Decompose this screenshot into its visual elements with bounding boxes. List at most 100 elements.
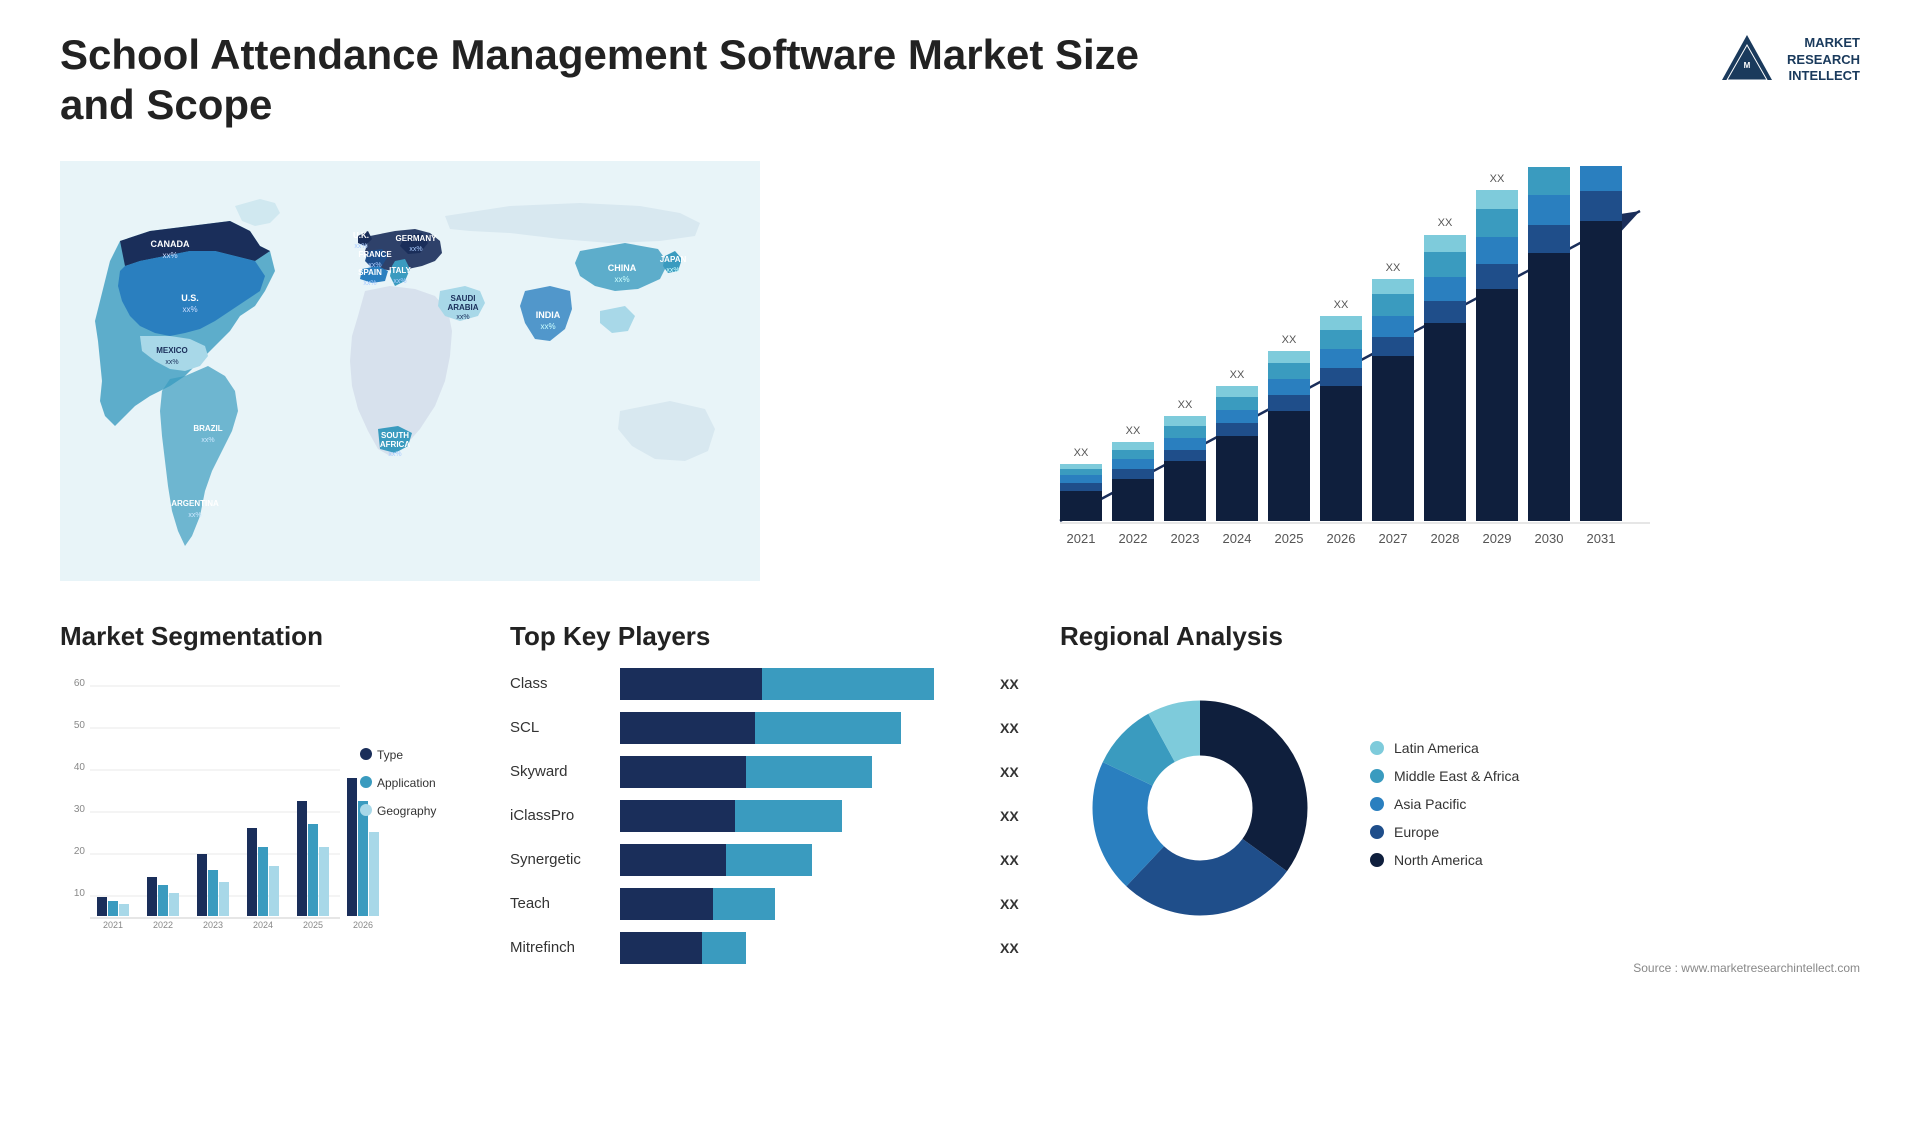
svg-text:Geography: Geography — [377, 804, 436, 818]
svg-text:XX: XX — [1594, 161, 1609, 164]
svg-text:ARGENTINA: ARGENTINA — [171, 499, 219, 508]
legend-dot-na — [1370, 853, 1384, 867]
player-label-iclassp: XX — [1000, 808, 1030, 824]
source-text: Source : www.marketresearchintellect.com — [1060, 961, 1860, 975]
player-row-synergetic: Synergetic XX — [510, 844, 1030, 876]
player-bar-class — [620, 668, 990, 700]
svg-text:CHINA: CHINA — [608, 263, 637, 273]
player-label-teach: XX — [1000, 896, 1030, 912]
player-name-teach: Teach — [510, 895, 610, 912]
svg-text:U.S.: U.S. — [181, 293, 199, 303]
player-row-skyward: Skyward XX — [510, 756, 1030, 788]
player-row-teach: Teach XX — [510, 888, 1030, 920]
svg-text:2028: 2028 — [1431, 531, 1460, 546]
player-name-class: Class — [510, 675, 610, 692]
svg-text:2021: 2021 — [103, 920, 123, 930]
player-row-iclassp: iClassPro XX — [510, 800, 1030, 832]
svg-text:xx%: xx% — [182, 305, 197, 314]
svg-text:ITALY: ITALY — [389, 266, 411, 275]
legend-dot-apac — [1370, 797, 1384, 811]
svg-text:xx%: xx% — [614, 275, 629, 284]
svg-text:2021: 2021 — [1067, 531, 1096, 546]
svg-text:ARABIA: ARABIA — [447, 303, 478, 312]
regional-title: Regional Analysis — [1060, 621, 1860, 652]
svg-text:XX: XX — [1074, 447, 1089, 459]
svg-text:INDIA: INDIA — [536, 310, 561, 320]
svg-text:2024: 2024 — [253, 920, 273, 930]
key-players: Top Key Players Class XX SCL — [510, 621, 1030, 976]
svg-text:2030: 2030 — [1535, 531, 1564, 546]
player-bar-iclassp — [620, 800, 990, 832]
svg-text:xx%: xx% — [188, 512, 201, 519]
player-name-mitrefinch: Mitrefinch — [510, 939, 610, 956]
svg-text:xx%: xx% — [354, 243, 367, 250]
svg-text:XX: XX — [1282, 334, 1297, 346]
logo-icon: M — [1717, 30, 1777, 90]
legend-latin-america: Latin America — [1370, 740, 1519, 756]
svg-text:XX: XX — [1334, 299, 1349, 311]
page-container: School Attendance Management Software Ma… — [0, 0, 1920, 1146]
legend-label-apac: Asia Pacific — [1394, 796, 1466, 812]
regional-legend: Latin America Middle East & Africa Asia … — [1370, 740, 1519, 880]
legend-europe: Europe — [1370, 824, 1519, 840]
svg-text:xx%: xx% — [388, 451, 401, 458]
svg-text:xx%: xx% — [201, 437, 214, 444]
header: School Attendance Management Software Ma… — [60, 30, 1860, 131]
seg-chart-svg: 60 50 40 30 20 10 — [60, 668, 480, 948]
bar-chart-svg: XX XX XX — [820, 161, 1860, 581]
svg-text:XX: XX — [1490, 173, 1505, 185]
svg-text:40: 40 — [74, 762, 86, 773]
svg-text:20: 20 — [74, 846, 86, 857]
svg-text:AFRICA: AFRICA — [380, 440, 410, 449]
svg-text:60: 60 — [74, 678, 86, 689]
svg-text:2023: 2023 — [203, 920, 223, 930]
svg-text:2029: 2029 — [1483, 531, 1512, 546]
svg-text:Application: Application — [377, 776, 436, 790]
player-row-mitrefinch: Mitrefinch XX — [510, 932, 1030, 964]
seg-chart-area: 60 50 40 30 20 10 — [60, 668, 480, 948]
svg-text:xx%: xx% — [393, 278, 406, 285]
svg-text:SPAIN: SPAIN — [358, 268, 382, 277]
market-seg-title: Market Segmentation — [60, 621, 480, 652]
market-segmentation: Market Segmentation 60 50 40 30 20 10 — [60, 621, 480, 948]
svg-text:xx%: xx% — [456, 314, 469, 321]
legend-asia-pacific: Asia Pacific — [1370, 796, 1519, 812]
legend-dot-europe — [1370, 825, 1384, 839]
svg-text:GERMANY: GERMANY — [396, 234, 438, 243]
svg-text:2023: 2023 — [1171, 531, 1200, 546]
legend-dot-mea — [1370, 769, 1384, 783]
svg-text:XX: XX — [1438, 217, 1453, 229]
donut-container: Latin America Middle East & Africa Asia … — [1060, 668, 1860, 953]
key-players-title: Top Key Players — [510, 621, 1030, 652]
logo-text: MARKET RESEARCH INTELLECT — [1787, 35, 1860, 86]
donut-svg — [1060, 668, 1340, 948]
svg-text:SAUDI: SAUDI — [451, 294, 476, 303]
svg-text:MEXICO: MEXICO — [156, 346, 188, 355]
svg-text:2026: 2026 — [1327, 531, 1356, 546]
player-label-skyward: XX — [1000, 764, 1030, 780]
svg-text:xx%: xx% — [540, 322, 555, 331]
donut-chart — [1060, 668, 1340, 953]
world-map: CANADA xx% U.S. xx% MEXICO xx% BRAZIL xx… — [60, 161, 760, 581]
player-bar-teach — [620, 888, 990, 920]
legend-label-mea: Middle East & Africa — [1394, 768, 1519, 784]
player-row-class: Class XX — [510, 668, 1030, 700]
svg-text:BRAZIL: BRAZIL — [193, 424, 222, 433]
svg-text:2024: 2024 — [1223, 531, 1252, 546]
svg-text:SOUTH: SOUTH — [381, 431, 409, 440]
svg-text:JAPAN: JAPAN — [660, 255, 687, 264]
legend-label-europe: Europe — [1394, 824, 1439, 840]
page-title: School Attendance Management Software Ma… — [60, 30, 1160, 131]
svg-text:XX: XX — [1542, 161, 1557, 164]
player-label-synergetic: XX — [1000, 852, 1030, 868]
svg-text:2027: 2027 — [1379, 531, 1408, 546]
logo-area: M MARKET RESEARCH INTELLECT — [1717, 30, 1860, 90]
svg-text:xx%: xx% — [666, 267, 679, 274]
player-bar-synergetic — [620, 844, 990, 876]
legend-middle-east: Middle East & Africa — [1370, 768, 1519, 784]
svg-text:XX: XX — [1178, 399, 1193, 411]
svg-text:2031: 2031 — [1587, 531, 1616, 546]
player-row-scl: SCL XX — [510, 712, 1030, 744]
svg-text:2025: 2025 — [1275, 531, 1304, 546]
player-name-iclassp: iClassPro — [510, 807, 610, 824]
